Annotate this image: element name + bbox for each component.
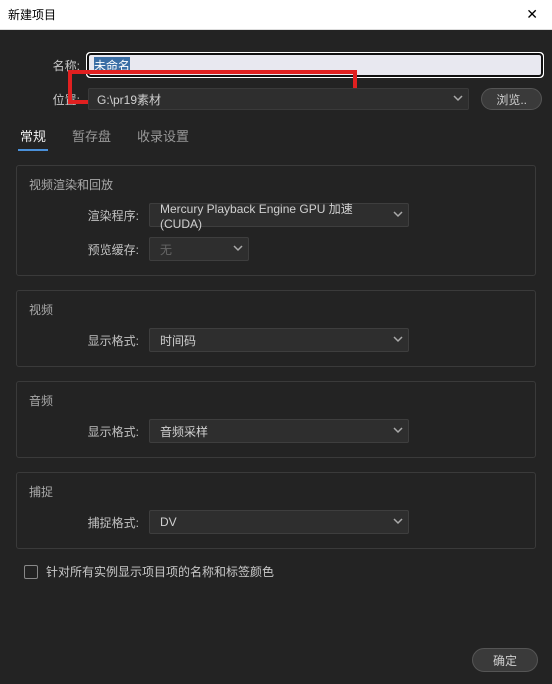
chevron-down-icon [453, 92, 463, 106]
group-capture-title: 捕捉 [29, 483, 525, 500]
renderer-select[interactable]: Mercury Playback Engine GPU 加速 (CUDA) [149, 203, 409, 227]
show-names-row: 针对所有实例显示项目项的名称和标签颜色 [24, 563, 542, 580]
chevron-down-icon [393, 333, 403, 347]
renderer-label: 渲染程序: [29, 207, 149, 224]
video-format-label: 显示格式: [29, 332, 149, 349]
chevron-down-icon [393, 515, 403, 529]
group-render-title: 视频渲染和回放 [29, 176, 525, 193]
name-input[interactable] [88, 54, 542, 76]
close-icon[interactable]: ✕ [520, 6, 544, 23]
renderer-value: Mercury Playback Engine GPU 加速 (CUDA) [160, 200, 384, 231]
show-names-label: 针对所有实例显示项目项的名称和标签颜色 [46, 563, 274, 580]
titlebar: 新建项目 ✕ [0, 0, 552, 30]
group-video-title: 视频 [29, 301, 525, 318]
video-format-value: 时间码 [160, 332, 196, 349]
location-label: 位置: [10, 91, 88, 108]
chevron-down-icon [393, 424, 403, 438]
group-audio-title: 音频 [29, 392, 525, 409]
group-video: 视频 显示格式: 时间码 [16, 290, 536, 367]
group-audio: 音频 显示格式: 音频采样 [16, 381, 536, 458]
tab-ingest[interactable]: 收录设置 [135, 122, 191, 151]
preview-cache-select: 无 [149, 237, 249, 261]
location-select[interactable]: G:\pr19素材 [88, 88, 469, 110]
tab-scratch-disks[interactable]: 暂存盘 [70, 122, 113, 151]
capture-format-label: 捕捉格式: [29, 514, 149, 531]
location-value: G:\pr19素材 [97, 91, 161, 108]
footer: 确定 [472, 648, 538, 672]
tab-general[interactable]: 常规 [18, 122, 48, 151]
preview-cache-value: 无 [160, 241, 172, 258]
group-render: 视频渲染和回放 渲染程序: Mercury Playback Engine GP… [16, 165, 536, 276]
ok-button[interactable]: 确定 [472, 648, 538, 672]
audio-format-value: 音频采样 [160, 423, 208, 440]
chevron-down-icon [393, 208, 403, 222]
show-names-checkbox[interactable] [24, 565, 38, 579]
capture-format-select[interactable]: DV [149, 510, 409, 534]
group-capture: 捕捉 捕捉格式: DV [16, 472, 536, 549]
capture-format-value: DV [160, 515, 177, 529]
dialog-body: 名称: 位置: G:\pr19素材 浏览.. 常规 暂存盘 收录设置 视频渲染和… [0, 30, 552, 684]
window-title: 新建项目 [8, 6, 520, 23]
audio-format-label: 显示格式: [29, 423, 149, 440]
tabs: 常规 暂存盘 收录设置 [18, 122, 542, 151]
chevron-down-icon [233, 242, 243, 256]
video-format-select[interactable]: 时间码 [149, 328, 409, 352]
preview-cache-label: 预览缓存: [29, 241, 149, 258]
browse-button[interactable]: 浏览.. [481, 88, 542, 110]
audio-format-select[interactable]: 音频采样 [149, 419, 409, 443]
name-label: 名称: [10, 57, 88, 74]
